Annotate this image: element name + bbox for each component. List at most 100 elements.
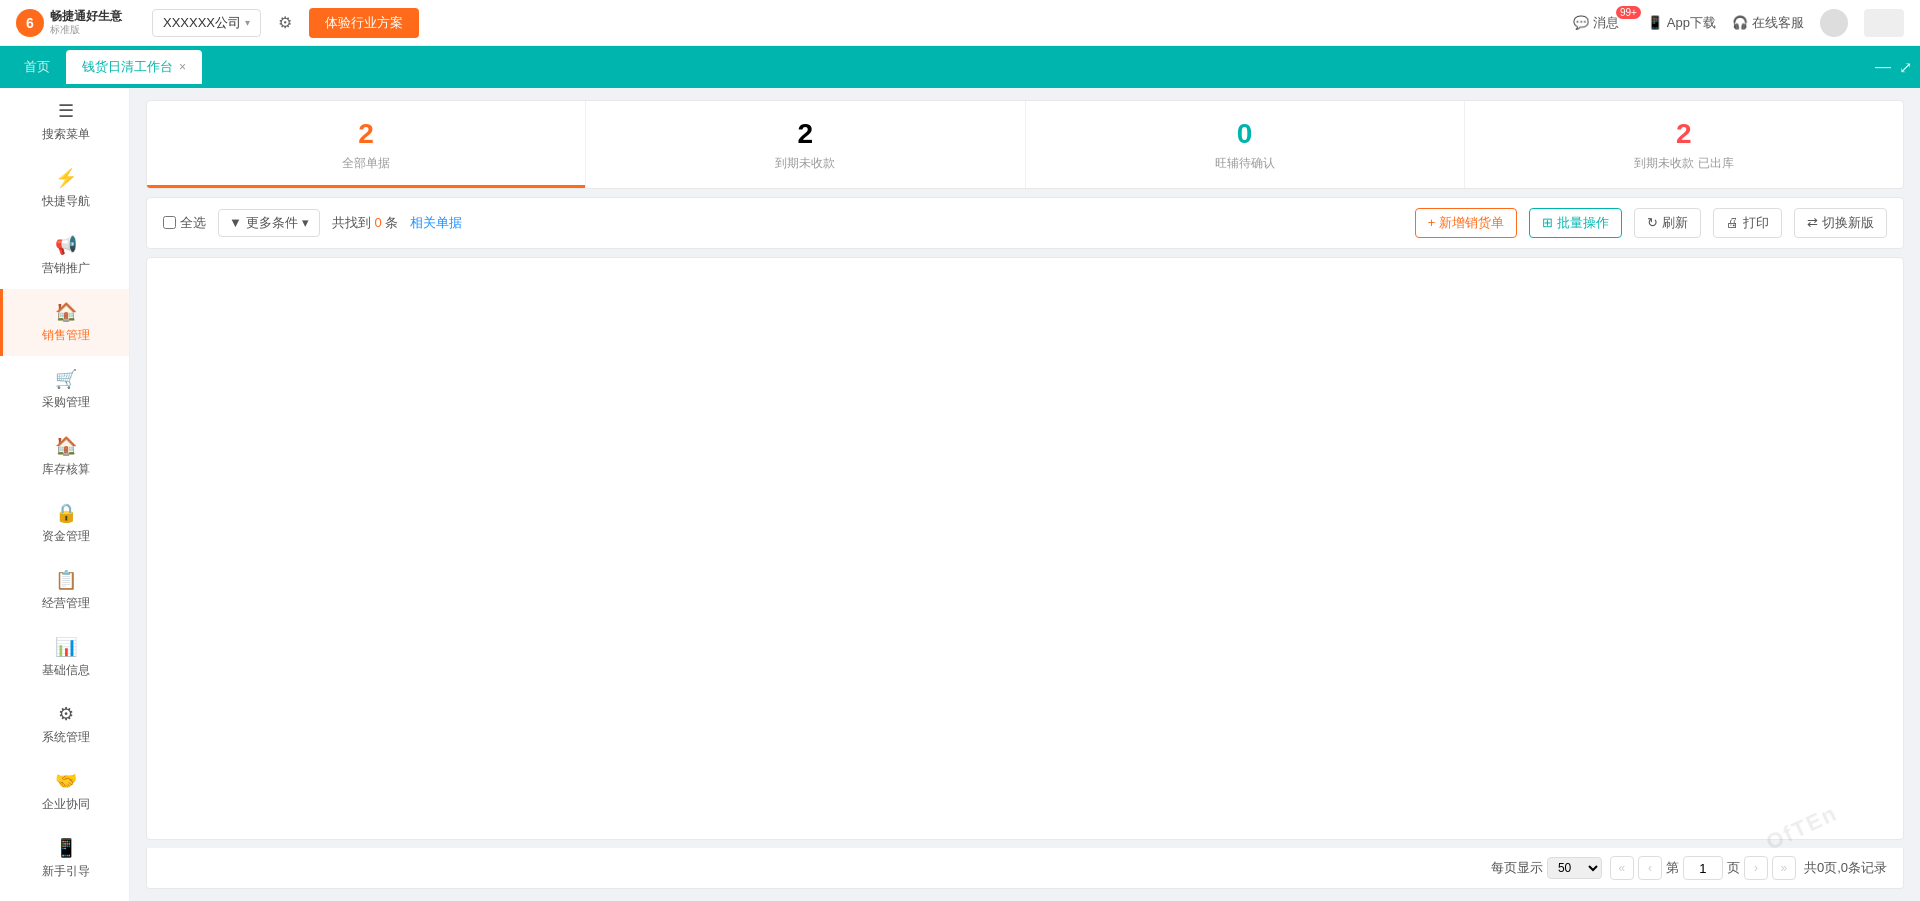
- switch-version-button[interactable]: ⇄ 切换新版: [1794, 208, 1887, 238]
- filter-button[interactable]: ▼ 更多条件 ▾: [218, 209, 320, 237]
- select-all-checkbox[interactable]: 全选: [163, 214, 206, 232]
- sidebar-item-app-center[interactable]: 🛍 应用中心: [0, 892, 129, 901]
- sidebar-item-marketing[interactable]: 📢 营销推广: [0, 222, 129, 289]
- refresh-label: 刷新: [1662, 214, 1688, 232]
- sidebar-item-basic-info[interactable]: 📊 基础信息: [0, 624, 129, 691]
- experience-button[interactable]: 体验行业方案: [309, 8, 419, 38]
- overdue-count: 2: [798, 117, 814, 151]
- filter-icon: ▼: [229, 215, 242, 230]
- result-count: 0: [375, 215, 382, 230]
- tab-home[interactable]: 首页: [8, 50, 66, 84]
- stat-card-overdue[interactable]: 2 到期未收款: [586, 101, 1025, 188]
- maximize-icon[interactable]: ⤢: [1899, 58, 1912, 77]
- app-download-button[interactable]: 📱 App下载: [1647, 14, 1716, 32]
- switch-label: 切换新版: [1822, 214, 1874, 232]
- sales-icon: 🏠: [55, 301, 77, 323]
- last-page-button[interactable]: »: [1772, 856, 1796, 880]
- purchase-icon: 🛒: [55, 368, 77, 390]
- settings-button[interactable]: ⚙: [271, 9, 299, 37]
- sidebar-item-system[interactable]: ⚙ 系统管理: [0, 691, 129, 758]
- switch-icon: ⇄: [1807, 215, 1818, 230]
- app-download-label: App下载: [1667, 14, 1716, 32]
- message-button[interactable]: 💬 消息 99+: [1573, 14, 1631, 32]
- online-service-label: 在线客服: [1752, 14, 1804, 32]
- prev-page-button[interactable]: ‹: [1638, 856, 1662, 880]
- select-all-input[interactable]: [163, 216, 176, 229]
- page-number-input[interactable]: [1683, 856, 1723, 880]
- print-icon: 🖨: [1726, 215, 1739, 230]
- sidebar-item-enterprise[interactable]: 🤝 企业协同: [0, 758, 129, 825]
- print-button[interactable]: 🖨 打印: [1713, 208, 1782, 238]
- sidebar-item-label: 快捷导航: [42, 193, 90, 210]
- sidebar-item-inventory[interactable]: 🏠 库存核算: [0, 423, 129, 490]
- tab-workbench[interactable]: 钱货日清工作台 ×: [66, 50, 202, 84]
- guide-icon: 📱: [55, 837, 77, 859]
- sidebar-item-quick-nav[interactable]: ⚡ 快捷导航: [0, 155, 129, 222]
- tab-close-icon[interactable]: ×: [179, 60, 186, 74]
- next-page-button[interactable]: ›: [1744, 856, 1768, 880]
- add-sales-order-button[interactable]: + 新增销货单: [1415, 208, 1517, 238]
- batch-label: 批量操作: [1557, 214, 1609, 232]
- minimize-icon[interactable]: —: [1875, 58, 1891, 76]
- filter-chevron-icon: ▾: [302, 215, 309, 230]
- all-label: 全部单据: [342, 155, 390, 172]
- avatar[interactable]: [1820, 9, 1848, 37]
- nav-tabs-controls: — ⤢: [1875, 58, 1912, 77]
- batch-operation-button[interactable]: ⊞ 批量操作: [1529, 208, 1622, 238]
- online-service-button[interactable]: 🎧 在线客服: [1732, 14, 1804, 32]
- sidebar-item-label: 经营管理: [42, 595, 90, 612]
- basic-info-icon: 📊: [55, 636, 77, 658]
- header-right: 💬 消息 99+ 📱 App下载 🎧 在线客服: [1573, 9, 1904, 37]
- user-name[interactable]: [1864, 9, 1904, 37]
- toolbar: 全选 ▼ 更多条件 ▾ 共找到 0 条 相关单据 + 新增销货单 ⊞ 批: [146, 197, 1904, 249]
- table-empty-placeholder: [147, 258, 1903, 839]
- sidebar-item-label: 资金管理: [42, 528, 90, 545]
- company-selector[interactable]: XXXXXX公司 ▾: [152, 9, 261, 37]
- toolbar-right: + 新增销货单 ⊞ 批量操作 ↻ 刷新 🖨 打印 ⇄ 切换新版: [1415, 208, 1887, 238]
- stat-card-all[interactable]: 2 全部单据: [147, 101, 586, 188]
- print-label: 打印: [1743, 214, 1769, 232]
- gear-icon: ⚙: [278, 13, 292, 32]
- shipped-label: 到期未收款 已出库: [1634, 155, 1733, 172]
- total-records-label: 共0页,0条记录: [1804, 859, 1887, 877]
- page-label-end: 页: [1727, 859, 1740, 877]
- stat-card-pending[interactable]: 0 旺辅待确认: [1026, 101, 1465, 188]
- tab-workbench-label: 钱货日清工作台: [82, 58, 173, 76]
- page-size-select-input[interactable]: 10 20 50 100: [1547, 857, 1602, 879]
- logo-main-title: 畅捷通好生意: [50, 9, 122, 23]
- sidebar-item-sales[interactable]: 🏠 销售管理: [0, 289, 129, 356]
- related-link[interactable]: 相关单据: [410, 214, 462, 232]
- first-page-button[interactable]: «: [1610, 856, 1634, 880]
- refresh-button[interactable]: ↻ 刷新: [1634, 208, 1701, 238]
- stats-cards: 2 全部单据 2 到期未收款 0 旺辅待确认 2 到期未收款 已出库: [146, 100, 1904, 189]
- table-area: [146, 257, 1904, 840]
- sidebar-item-label: 销售管理: [42, 327, 90, 344]
- filter-label: 更多条件: [246, 214, 298, 232]
- header-left: 6 畅捷通好生意 标准版 XXXXXX公司 ▾ ⚙ 体验行业方案: [16, 8, 419, 38]
- enterprise-icon: 🤝: [55, 770, 77, 792]
- pagination-bar: 每页显示 10 20 50 100 « ‹ 第 页 › » 共0页,0条记录: [146, 848, 1904, 889]
- sidebar-item-purchase[interactable]: 🛒 采购管理: [0, 356, 129, 423]
- sidebar: ☰ 搜索菜单 ⚡ 快捷导航 📢 营销推广 🏠 销售管理 🛒 采购管理 🏠 库存核…: [0, 88, 130, 901]
- search-menu-icon: ☰: [58, 100, 74, 122]
- tab-home-label: 首页: [24, 58, 50, 76]
- company-name: XXXXXX公司: [163, 14, 241, 32]
- page-size-label: 每页显示: [1491, 859, 1543, 877]
- nav-tabs: 首页 钱货日清工作台 × — ⤢: [0, 46, 1920, 88]
- stat-card-shipped[interactable]: 2 到期未收款 已出库: [1465, 101, 1903, 188]
- sidebar-item-finance[interactable]: 🔒 资金管理: [0, 490, 129, 557]
- sidebar-item-label: 新手引导: [42, 863, 90, 880]
- download-icon: 📱: [1647, 15, 1663, 30]
- page-label: 第: [1666, 859, 1679, 877]
- sidebar-item-operations[interactable]: 📋 经营管理: [0, 557, 129, 624]
- sidebar-item-guide[interactable]: 📱 新手引导: [0, 825, 129, 892]
- message-label: 消息: [1593, 14, 1619, 32]
- shipped-count: 2: [1676, 117, 1692, 151]
- pending-label: 旺辅待确认: [1215, 155, 1275, 172]
- sidebar-item-label: 基础信息: [42, 662, 90, 679]
- sidebar-item-label: 系统管理: [42, 729, 90, 746]
- main-layout: ☰ 搜索菜单 ⚡ 快捷导航 📢 营销推广 🏠 销售管理 🛒 采购管理 🏠 库存核…: [0, 88, 1920, 901]
- system-icon: ⚙: [58, 703, 74, 725]
- sidebar-item-search-menu[interactable]: ☰ 搜索菜单: [0, 88, 129, 155]
- quick-nav-icon: ⚡: [55, 167, 77, 189]
